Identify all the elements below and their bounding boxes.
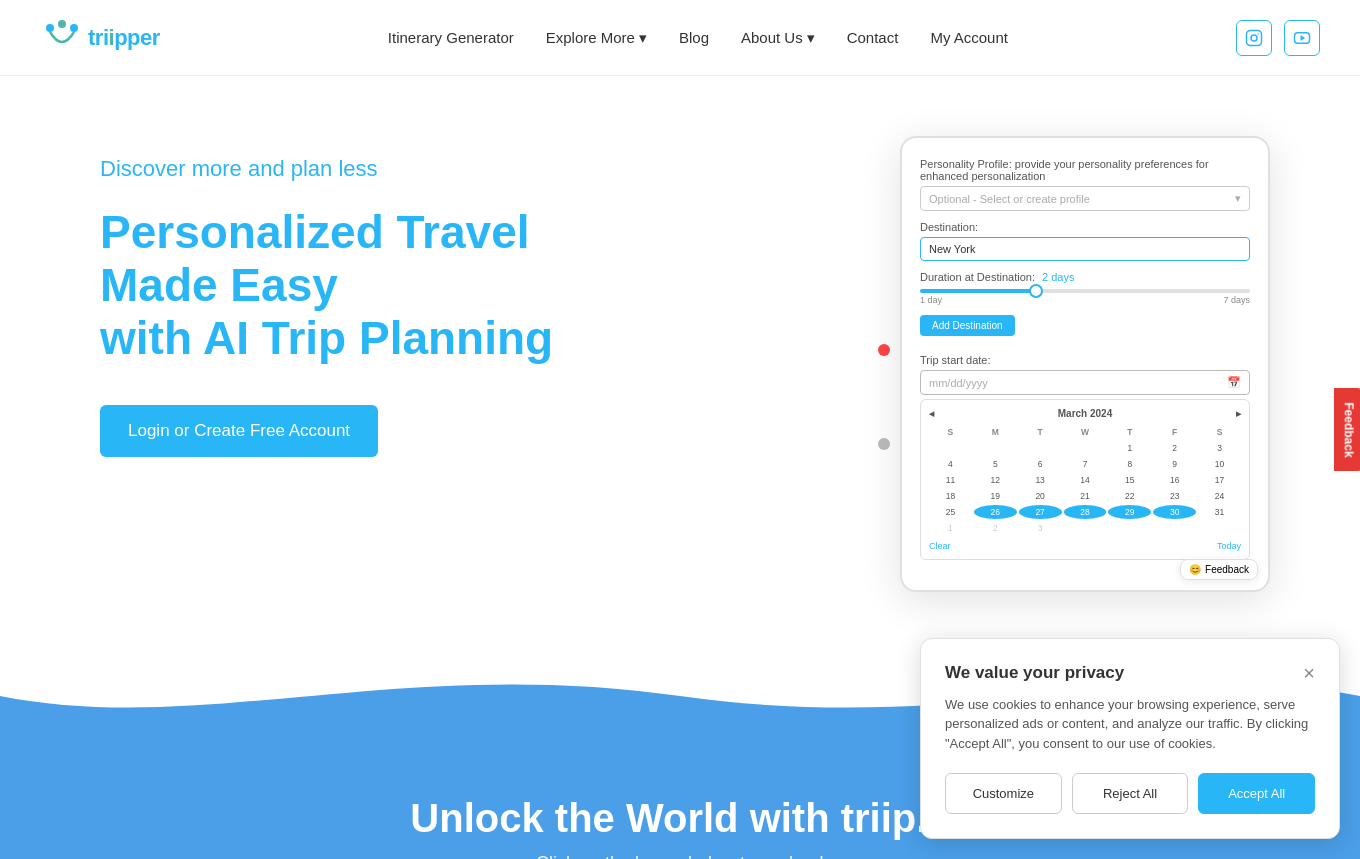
nav-blog[interactable]: Blog bbox=[679, 29, 709, 46]
personality-row: Personality Profile: provide your person… bbox=[920, 158, 1250, 211]
trip-start-row: Trip start date: mm/dd/yyyy 📅 ◂ March 20… bbox=[920, 354, 1250, 560]
destination-label: Destination: bbox=[920, 221, 1250, 233]
mockup-dot-gray bbox=[878, 438, 890, 450]
duration-slider[interactable]: 1 day 7 days bbox=[920, 289, 1250, 305]
hero-title: Personalized Travel Made Easy with AI Tr… bbox=[100, 206, 580, 365]
chevron-icon: ▾ bbox=[1235, 192, 1241, 205]
calendar-header: ◂ March 2024 ▸ bbox=[929, 408, 1241, 419]
mockup-feedback-badge[interactable]: 😊 Feedback bbox=[1180, 559, 1258, 580]
add-destination-row: Add Destination bbox=[920, 315, 1250, 344]
nav-itinerary-generator[interactable]: Itinerary Generator bbox=[388, 29, 514, 46]
hero-content: Discover more and plan less Personalized… bbox=[100, 136, 580, 457]
instagram-icon[interactable] bbox=[1236, 20, 1272, 56]
cookie-title: We value your privacy bbox=[945, 663, 1124, 683]
mockup-card: Personality Profile: provide your person… bbox=[900, 136, 1270, 592]
calendar-grid: S M T W T F S 1 2 3 bbox=[929, 425, 1241, 535]
nav-social-icons bbox=[1236, 20, 1320, 56]
next-month-icon[interactable]: ▸ bbox=[1236, 408, 1241, 419]
date-picker-calendar[interactable]: ◂ March 2024 ▸ S M T W T F S bbox=[920, 399, 1250, 560]
duration-label: Duration at Destination: 2 days bbox=[920, 271, 1250, 283]
logo-text: triipper bbox=[88, 25, 160, 51]
feedback-emoji: 😊 bbox=[1189, 564, 1201, 575]
destination-row: Destination: New York bbox=[920, 221, 1250, 261]
trip-start-label: Trip start date: bbox=[920, 354, 1250, 366]
cta-button[interactable]: Login or Create Free Account bbox=[100, 405, 378, 457]
hero-mockup: Personality Profile: provide your person… bbox=[860, 136, 1280, 556]
svg-marker-7 bbox=[1300, 35, 1305, 41]
cookie-actions: Customize Reject All Accept All bbox=[945, 773, 1315, 814]
chevron-down-icon-2: ▾ bbox=[807, 29, 815, 47]
personality-select[interactable]: Optional - Select or create profile ▾ bbox=[920, 186, 1250, 211]
hero-subtitle: Discover more and plan less bbox=[100, 156, 580, 182]
nav-about-us[interactable]: About Us ▾ bbox=[741, 29, 815, 47]
chevron-down-icon: ▾ bbox=[639, 29, 647, 47]
hero-section: Discover more and plan less Personalized… bbox=[0, 76, 1360, 656]
nav-my-account[interactable]: My Account bbox=[930, 29, 1008, 46]
logo-icon bbox=[40, 16, 84, 60]
youtube-icon[interactable] bbox=[1284, 20, 1320, 56]
cookie-banner: We value your privacy × We use cookies t… bbox=[920, 638, 1340, 840]
nav-explore-more[interactable]: Explore More ▾ bbox=[546, 29, 647, 47]
personality-label: Personality Profile: provide your person… bbox=[920, 158, 1250, 182]
add-destination-button[interactable]: Add Destination bbox=[920, 315, 1015, 336]
nav-links: Itinerary Generator Explore More ▾ Blog … bbox=[388, 29, 1008, 47]
feedback-label: Feedback bbox=[1205, 564, 1249, 575]
prev-month-icon[interactable]: ◂ bbox=[929, 408, 934, 419]
reject-all-button[interactable]: Reject All bbox=[1072, 773, 1189, 814]
calendar-icon: 📅 bbox=[1227, 376, 1241, 389]
navbar: triipper Itinerary Generator Explore Mor… bbox=[0, 0, 1360, 76]
cookie-close-button[interactable]: × bbox=[1303, 663, 1315, 683]
feedback-side-button[interactable]: Feedback bbox=[1333, 388, 1360, 471]
accept-all-button[interactable]: Accept All bbox=[1198, 773, 1315, 814]
cookie-header: We value your privacy × bbox=[945, 663, 1315, 683]
svg-point-2 bbox=[70, 24, 78, 32]
mockup-dot-red bbox=[878, 344, 890, 356]
duration-row: Duration at Destination: 2 days 1 day 7 … bbox=[920, 271, 1250, 305]
calendar-footer: Clear Today bbox=[929, 541, 1241, 551]
svg-point-4 bbox=[1251, 35, 1257, 41]
svg-point-0 bbox=[46, 24, 54, 32]
svg-point-5 bbox=[1257, 33, 1259, 35]
blue-section-subtitle: Click on the boxes below to explore! bbox=[40, 853, 1320, 859]
destination-input[interactable]: New York bbox=[920, 237, 1250, 261]
svg-point-1 bbox=[58, 20, 66, 28]
cookie-text: We use cookies to enhance your browsing … bbox=[945, 695, 1315, 754]
svg-rect-3 bbox=[1246, 30, 1261, 45]
customize-button[interactable]: Customize bbox=[945, 773, 1062, 814]
logo[interactable]: triipper bbox=[40, 16, 160, 60]
nav-contact[interactable]: Contact bbox=[847, 29, 899, 46]
date-input[interactable]: mm/dd/yyyy 📅 bbox=[920, 370, 1250, 395]
